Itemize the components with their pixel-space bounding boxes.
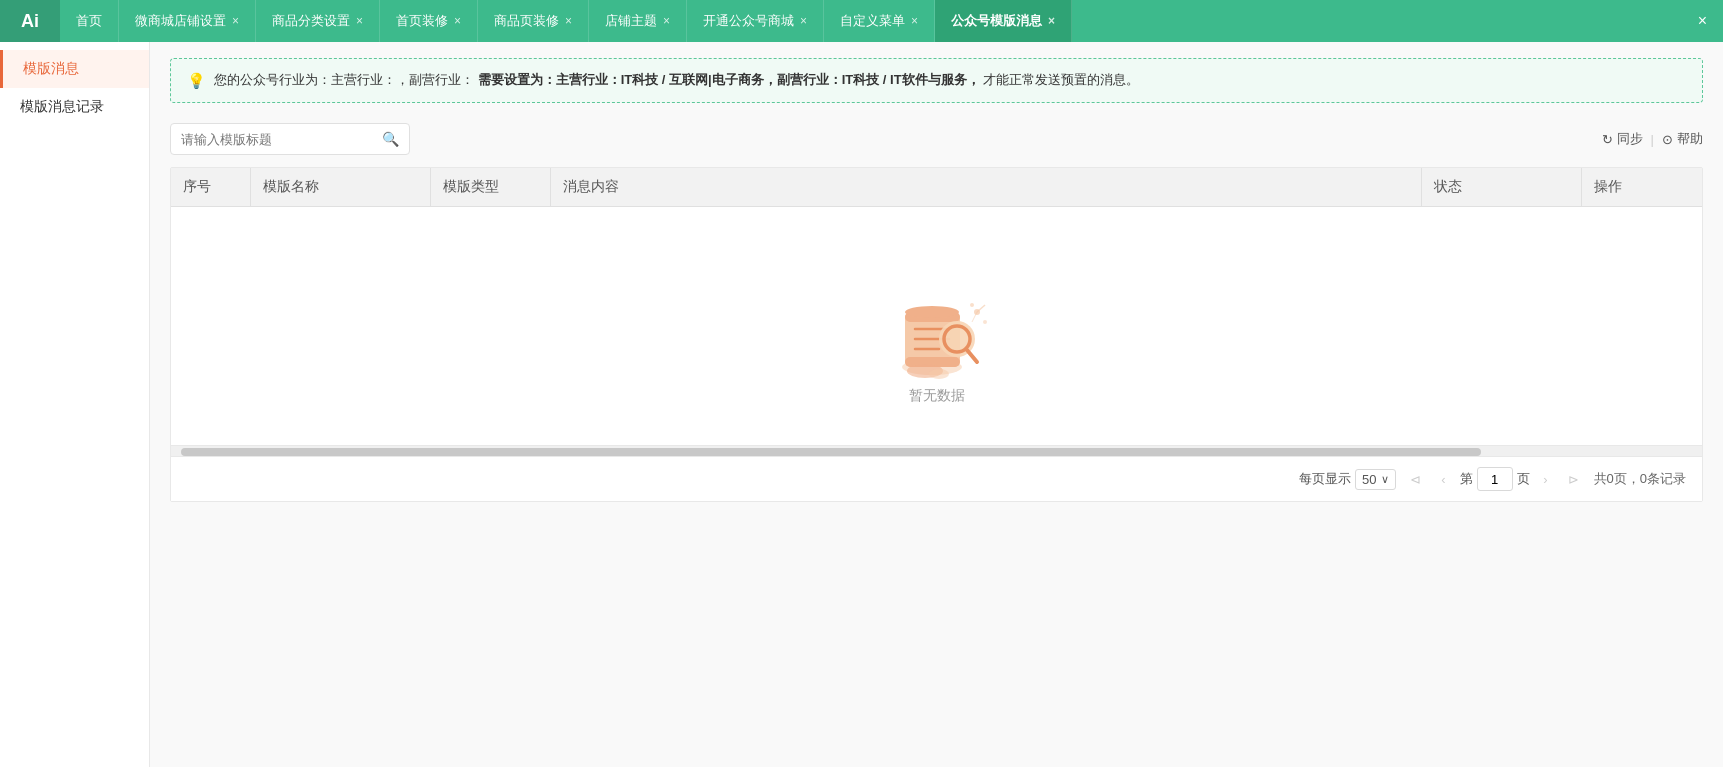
col-header-action: 操作 bbox=[1582, 168, 1702, 206]
sync-button[interactable]: ↻ 同步 bbox=[1602, 130, 1643, 148]
page-size-value: 50 bbox=[1362, 472, 1376, 487]
close-icon[interactable]: × bbox=[800, 14, 807, 28]
empty-state: 暂无数据 bbox=[171, 207, 1702, 445]
nav-tab-label: 公众号模版消息 bbox=[951, 12, 1042, 30]
sidebar-item-label: 模版消息记录 bbox=[20, 98, 104, 114]
pagination: 每页显示 50 ∨ ⊲ ‹ 第 页 › ⊳ bbox=[171, 457, 1702, 501]
top-nav: Ai 首页 微商城店铺设置 × 商品分类设置 × 首页装修 × 商品页装修 × … bbox=[0, 0, 1723, 42]
divider: | bbox=[1651, 132, 1654, 147]
page-size-select: 每页显示 50 ∨ bbox=[1299, 469, 1395, 490]
nav-tab-label: 店铺主题 bbox=[605, 12, 657, 30]
first-page-button[interactable]: ⊲ bbox=[1404, 467, 1428, 491]
nav-tab-label: 商品分类设置 bbox=[272, 12, 350, 30]
info-banner-text: 您的公众号行业为：主营行业：，副营行业： 需要设置为：主营行业：IT科技 / 互… bbox=[214, 71, 1139, 89]
info-text-before: 您的公众号行业为：主营行业：，副营行业： bbox=[214, 72, 474, 87]
sidebar-item-template-msg[interactable]: 模版消息 bbox=[0, 50, 149, 88]
empty-text: 暂无数据 bbox=[909, 387, 965, 405]
col-header-type: 模版类型 bbox=[431, 168, 551, 206]
col-header-index: 序号 bbox=[171, 168, 251, 206]
svg-line-10 bbox=[967, 350, 977, 362]
nav-tab-home-deco[interactable]: 首页装修 × bbox=[380, 0, 478, 42]
close-icon[interactable]: × bbox=[356, 14, 363, 28]
nav-tab-label: 商品页装修 bbox=[494, 12, 559, 30]
sync-label: 同步 bbox=[1617, 130, 1643, 148]
nav-tab-custom-menu[interactable]: 自定义菜单 × bbox=[824, 0, 935, 42]
nav-tab-label: 开通公众号商城 bbox=[703, 12, 794, 30]
global-close-button[interactable]: × bbox=[1682, 12, 1723, 30]
info-banner: 💡 您的公众号行业为：主营行业：，副营行业： 需要设置为：主营行业：IT科技 /… bbox=[170, 58, 1703, 103]
nav-tab-theme[interactable]: 店铺主题 × bbox=[589, 0, 687, 42]
next-page-button[interactable]: › bbox=[1534, 467, 1558, 491]
page-navigation: ⊲ ‹ 第 页 › ⊳ bbox=[1404, 467, 1586, 491]
search-input[interactable] bbox=[181, 132, 382, 147]
nav-tab-home[interactable]: 首页 bbox=[60, 0, 119, 42]
main-layout: 模版消息 模版消息记录 💡 您的公众号行业为：主营行业：，副营行业： 需要设置为… bbox=[0, 42, 1723, 767]
close-icon[interactable]: × bbox=[232, 14, 239, 28]
sync-icon: ↻ bbox=[1602, 132, 1613, 147]
chevron-down-icon: ∨ bbox=[1381, 473, 1389, 486]
search-icon[interactable]: 🔍 bbox=[382, 131, 399, 147]
scrollbar-thumb[interactable] bbox=[181, 448, 1481, 456]
svg-line-14 bbox=[977, 305, 985, 312]
help-icon: ⊙ bbox=[1662, 132, 1673, 147]
page-input-wrap bbox=[1477, 467, 1513, 491]
last-page-button[interactable]: ⊳ bbox=[1562, 467, 1586, 491]
search-input-wrap: 🔍 bbox=[170, 123, 410, 155]
close-icon[interactable]: × bbox=[663, 14, 670, 28]
help-label: 帮助 bbox=[1677, 130, 1703, 148]
close-icon[interactable]: × bbox=[454, 14, 461, 28]
sidebar: 模版消息 模版消息记录 bbox=[0, 42, 150, 767]
search-actions: ↻ 同步 | ⊙ 帮助 bbox=[1602, 130, 1703, 148]
content-area: 💡 您的公众号行业为：主营行业：，副营行业： 需要设置为：主营行业：IT科技 /… bbox=[150, 42, 1723, 767]
close-icon[interactable]: × bbox=[1048, 14, 1055, 28]
close-icon[interactable]: × bbox=[565, 14, 572, 28]
nav-tab-product-deco[interactable]: 商品页装修 × bbox=[478, 0, 589, 42]
nav-tab-label: 自定义菜单 bbox=[840, 12, 905, 30]
nav-tab-label: 首页 bbox=[76, 12, 102, 30]
svg-point-17 bbox=[929, 369, 949, 379]
table-header: 序号 模版名称 模版类型 消息内容 状态 操作 bbox=[171, 168, 1702, 207]
col-header-status: 状态 bbox=[1422, 168, 1582, 206]
sidebar-item-template-msg-records[interactable]: 模版消息记录 bbox=[0, 88, 149, 126]
info-text-highlight: 需要设置为：主营行业：IT科技 / 互联网|电子商务，副营行业：IT科技 / I… bbox=[478, 72, 980, 87]
col-header-content: 消息内容 bbox=[551, 168, 1422, 206]
svg-point-12 bbox=[983, 320, 987, 324]
svg-point-13 bbox=[970, 303, 974, 307]
close-icon[interactable]: × bbox=[911, 14, 918, 28]
help-button[interactable]: ⊙ 帮助 bbox=[1662, 130, 1703, 148]
horizontal-scrollbar[interactable] bbox=[171, 445, 1702, 457]
nav-tab-category[interactable]: 商品分类设置 × bbox=[256, 0, 380, 42]
prev-page-button[interactable]: ‹ bbox=[1432, 467, 1456, 491]
nav-tab-open-mall[interactable]: 开通公众号商城 × bbox=[687, 0, 824, 42]
total-info: 共0页，0条记录 bbox=[1594, 470, 1686, 488]
lightbulb-icon: 💡 bbox=[187, 72, 206, 90]
logo: Ai bbox=[0, 0, 60, 42]
sidebar-item-label: 模版消息 bbox=[23, 60, 79, 76]
page-number-input[interactable] bbox=[1477, 467, 1513, 491]
nav-tab-shop-settings[interactable]: 微商城店铺设置 × bbox=[119, 0, 256, 42]
nav-tab-label: 微商城店铺设置 bbox=[135, 12, 226, 30]
svg-point-4 bbox=[905, 306, 959, 318]
col-header-name: 模版名称 bbox=[251, 168, 431, 206]
data-table: 序号 模版名称 模版类型 消息内容 状态 操作 bbox=[170, 167, 1703, 502]
page-size-dropdown[interactable]: 50 ∨ bbox=[1355, 469, 1395, 490]
nav-tab-template-msg[interactable]: 公众号模版消息 × bbox=[935, 0, 1072, 42]
nav-tab-label: 首页装修 bbox=[396, 12, 448, 30]
search-bar: 🔍 ↻ 同步 | ⊙ 帮助 bbox=[170, 123, 1703, 155]
page-prefix: 第 bbox=[1460, 470, 1473, 488]
page-unit: 页 bbox=[1517, 470, 1530, 488]
page-size-label: 每页显示 bbox=[1299, 470, 1351, 488]
empty-illustration bbox=[877, 267, 997, 387]
info-text-after: 才能正常发送预置的消息。 bbox=[983, 72, 1139, 87]
